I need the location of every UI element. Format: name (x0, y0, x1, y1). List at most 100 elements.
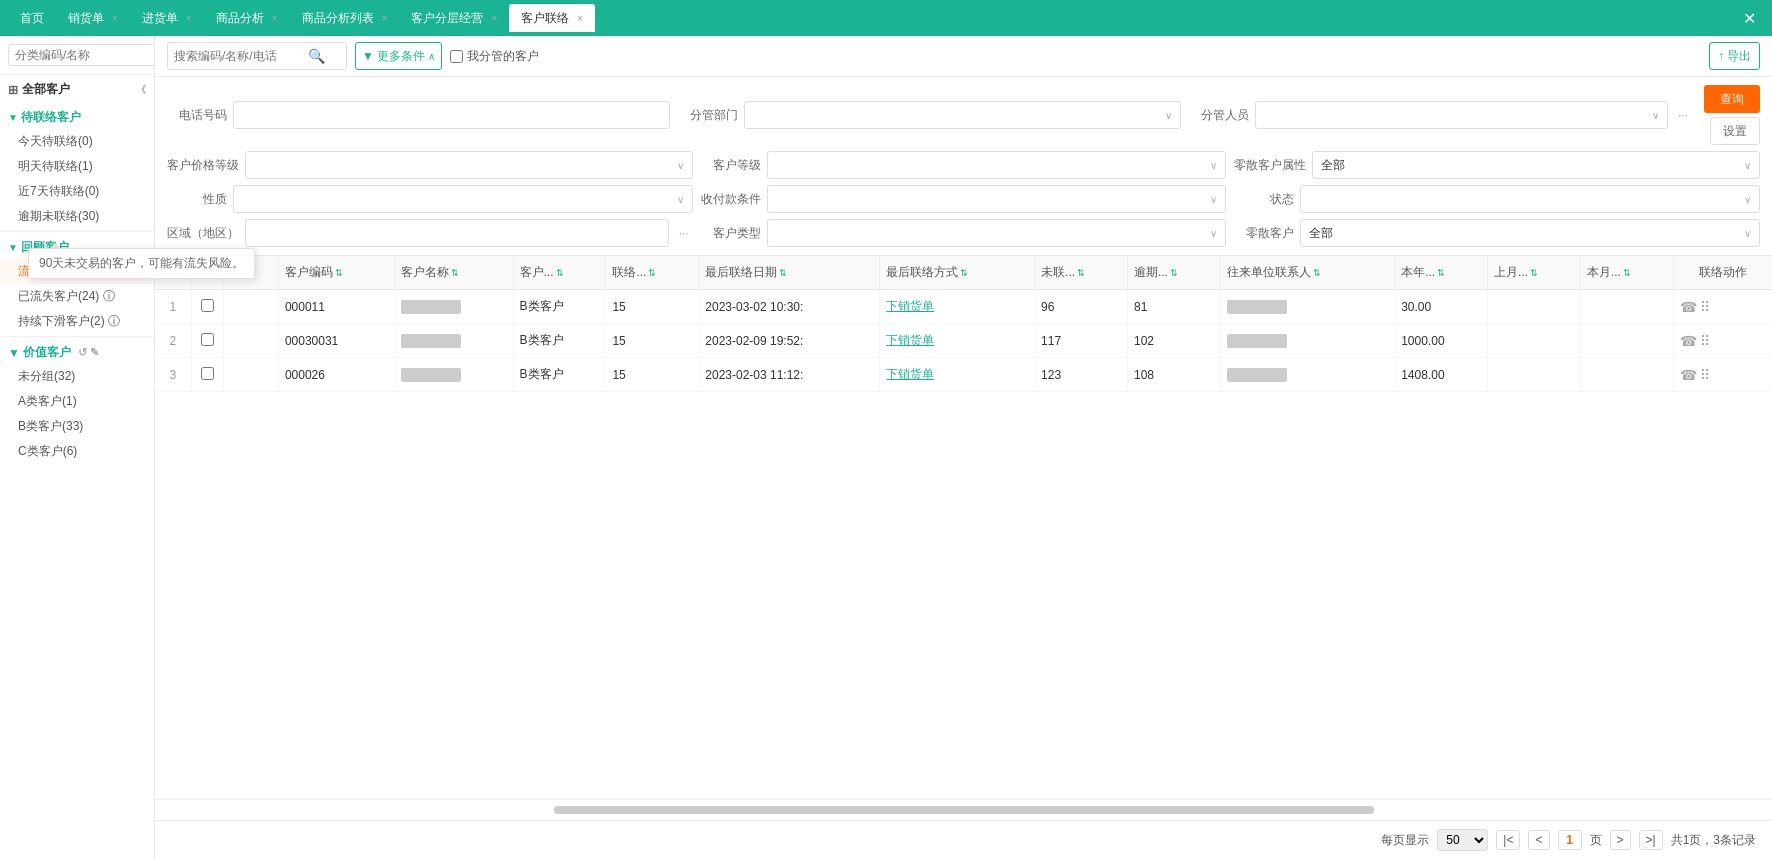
sidebar-item-declining[interactable]: 持续下滑客户(2) ⓘ (0, 309, 154, 334)
my-customer-checkbox[interactable] (450, 50, 463, 63)
th-this-month-sort[interactable]: ⇅ (1623, 268, 1631, 278)
payment-select[interactable]: ∨ (767, 185, 1227, 213)
sidebar-group-value[interactable]: ▼ 价值客户 ↺ ✎ (0, 339, 154, 364)
scrollbar-thumb[interactable] (554, 806, 1374, 814)
sidebar-item-churned[interactable]: 已流失客户(24) ⓘ (0, 284, 154, 309)
row1-phone-icon[interactable]: ☎ (1680, 299, 1697, 315)
total-records-label: 共1页，3条记录 (1671, 832, 1756, 849)
row3-checkbox[interactable] (201, 367, 214, 380)
tab-purchase-order[interactable]: 进货单 × (130, 4, 204, 32)
th-contact-sort[interactable]: ⇅ (648, 268, 656, 278)
row2-method-link[interactable]: 下销货单 (886, 333, 934, 347)
th-last-contact-method-sort[interactable]: ⇅ (960, 268, 968, 278)
th-unit-contact-sort[interactable]: ⇅ (1313, 268, 1321, 278)
scrollbar-track[interactable] (554, 806, 1374, 814)
row1-method-link[interactable]: 下销货单 (886, 299, 934, 313)
close-purchase-order-icon[interactable]: × (186, 13, 192, 24)
th-code-sort[interactable]: ⇅ (335, 268, 343, 278)
manager-select[interactable]: ∨ (1255, 101, 1668, 129)
search-icon[interactable]: 🔍 (308, 48, 325, 64)
th-last-month-sort[interactable]: ⇅ (1530, 268, 1538, 278)
tab-sales-order[interactable]: 销货单 × (56, 4, 130, 32)
next-page-button[interactable]: > (1610, 830, 1631, 850)
row1-overdue: 81 (1127, 290, 1220, 324)
tab-product-analysis-list[interactable]: 商品分析列表 × (290, 4, 400, 32)
close-customer-contact-icon[interactable]: × (577, 13, 583, 24)
sidebar-item-7days-contact[interactable]: 近7天待联络(0) (0, 179, 154, 204)
row1-check (191, 290, 223, 324)
row2-type: B类客户 (513, 324, 606, 358)
row2-more-icon[interactable]: ⠿ (1700, 333, 1710, 349)
query-button[interactable]: 查询 (1704, 85, 1760, 113)
refresh-icon[interactable]: ↺ (78, 346, 87, 359)
sidebar-item-overdue-contact[interactable]: 逾期未联络(30) (0, 204, 154, 229)
sidebar-group-pending-contact[interactable]: ▼ 待联络客户 (0, 104, 154, 129)
tab-product-analysis[interactable]: 商品分析 × (204, 4, 290, 32)
phone-input[interactable] (233, 101, 670, 129)
collapse-icon: 《 (136, 83, 146, 97)
page-size-select[interactable]: 50 100 200 (1437, 829, 1488, 851)
customer-level-select[interactable]: ∨ (767, 151, 1227, 179)
row3-method-link[interactable]: 下销货单 (886, 367, 934, 381)
retail-attr-select[interactable]: 全部 ∨ (1312, 151, 1760, 179)
th-contact: 联络... ⇅ (606, 256, 699, 290)
search-input[interactable] (174, 49, 304, 63)
status-select[interactable]: ∨ (1300, 185, 1760, 213)
all-customers-header[interactable]: ⊞ 全部客户 《 (0, 75, 154, 104)
more-conditions-button[interactable]: ▼ 更多条件 ∧ (355, 42, 442, 70)
sidebar-item-b-class[interactable]: B类客户(33) (0, 414, 154, 439)
sidebar-item-tomorrow-contact[interactable]: 明天待联络(1) (0, 154, 154, 179)
tab-home[interactable]: 首页 (8, 4, 56, 32)
sidebar: 🔍 ⊞ 全部客户 《 ▼ 待联络客户 今天待联络(0) 明天待联络(1) 近7天… (0, 36, 155, 859)
window-close-button[interactable]: ✕ (1735, 9, 1764, 28)
sidebar-search-input[interactable] (8, 44, 155, 66)
th-last-contact-date-sort[interactable]: ⇅ (779, 268, 787, 278)
row3-phone-icon[interactable]: ☎ (1680, 367, 1697, 383)
sidebar-item-today-contact[interactable]: 今天待联络(0) (0, 129, 154, 154)
region-more-icon[interactable]: ··· (675, 226, 693, 240)
th-contact-label: 联络... (612, 264, 646, 281)
customer-type-select[interactable]: ∨ (767, 219, 1227, 247)
row1-code: 000011 (278, 290, 394, 324)
row2-checkbox[interactable] (201, 333, 214, 346)
prev-page-button[interactable]: < (1528, 830, 1549, 850)
close-sales-order-icon[interactable]: × (112, 13, 118, 24)
toolbar: 🔍 ▼ 更多条件 ∧ 我分管的客户 ↑ 导出 (155, 36, 1772, 77)
row1-more-icon[interactable]: ⠿ (1700, 299, 1710, 315)
row2-last-contact-method: 下销货单 (880, 324, 1035, 358)
manager-more-icon[interactable]: ··· (1674, 108, 1692, 122)
first-page-button[interactable]: |< (1496, 830, 1520, 850)
price-level-select[interactable]: ∨ (245, 151, 693, 179)
close-product-analysis-list-icon[interactable]: × (382, 13, 388, 24)
row3-more-icon[interactable]: ⠿ (1700, 367, 1710, 383)
tab-customer-tier[interactable]: 客户分层经营 × (399, 4, 509, 32)
dept-select-arrow: ∨ (1165, 110, 1172, 121)
price-level-label: 客户价格等级 (167, 157, 239, 174)
row2-phone-icon[interactable]: ☎ (1680, 333, 1697, 349)
retail-customer-select[interactable]: 全部 ∨ (1300, 219, 1760, 247)
filter-group-nature: 性质 ∨ (167, 185, 693, 213)
nature-select[interactable]: ∨ (233, 185, 693, 213)
sidebar-item-c-class[interactable]: C类客户(6) (0, 439, 154, 464)
close-customer-tier-icon[interactable]: × (491, 13, 497, 24)
edit-icon[interactable]: ✎ (90, 346, 99, 359)
close-product-analysis-icon[interactable]: × (272, 13, 278, 24)
row1-unit-contact-blurred (1227, 300, 1287, 314)
last-page-button[interactable]: >| (1639, 830, 1663, 850)
sidebar-item-a-class[interactable]: A类客户(1) (0, 389, 154, 414)
region-input[interactable] (245, 219, 669, 247)
dept-select[interactable]: ∨ (744, 101, 1181, 129)
filter-panel: 电话号码 分管部门 ∨ 分管人员 ∨ ··· (155, 77, 1772, 256)
settings-button[interactable]: 设置 (1710, 117, 1760, 145)
row1-checkbox[interactable] (201, 299, 214, 312)
horizontal-scrollbar[interactable] (155, 799, 1772, 820)
th-this-year-sort[interactable]: ⇅ (1437, 268, 1445, 278)
th-type-sort[interactable]: ⇅ (556, 268, 564, 278)
row1-index: 1 (155, 290, 191, 324)
th-name-sort[interactable]: ⇅ (451, 268, 459, 278)
sidebar-item-ungrouped[interactable]: 未分组(32) (0, 364, 154, 389)
export-button[interactable]: ↑ 导出 (1709, 42, 1760, 70)
tab-customer-contact[interactable]: 客户联络 × (509, 4, 595, 32)
th-uncontacted-sort[interactable]: ⇅ (1077, 268, 1085, 278)
th-overdue-sort[interactable]: ⇅ (1170, 268, 1178, 278)
